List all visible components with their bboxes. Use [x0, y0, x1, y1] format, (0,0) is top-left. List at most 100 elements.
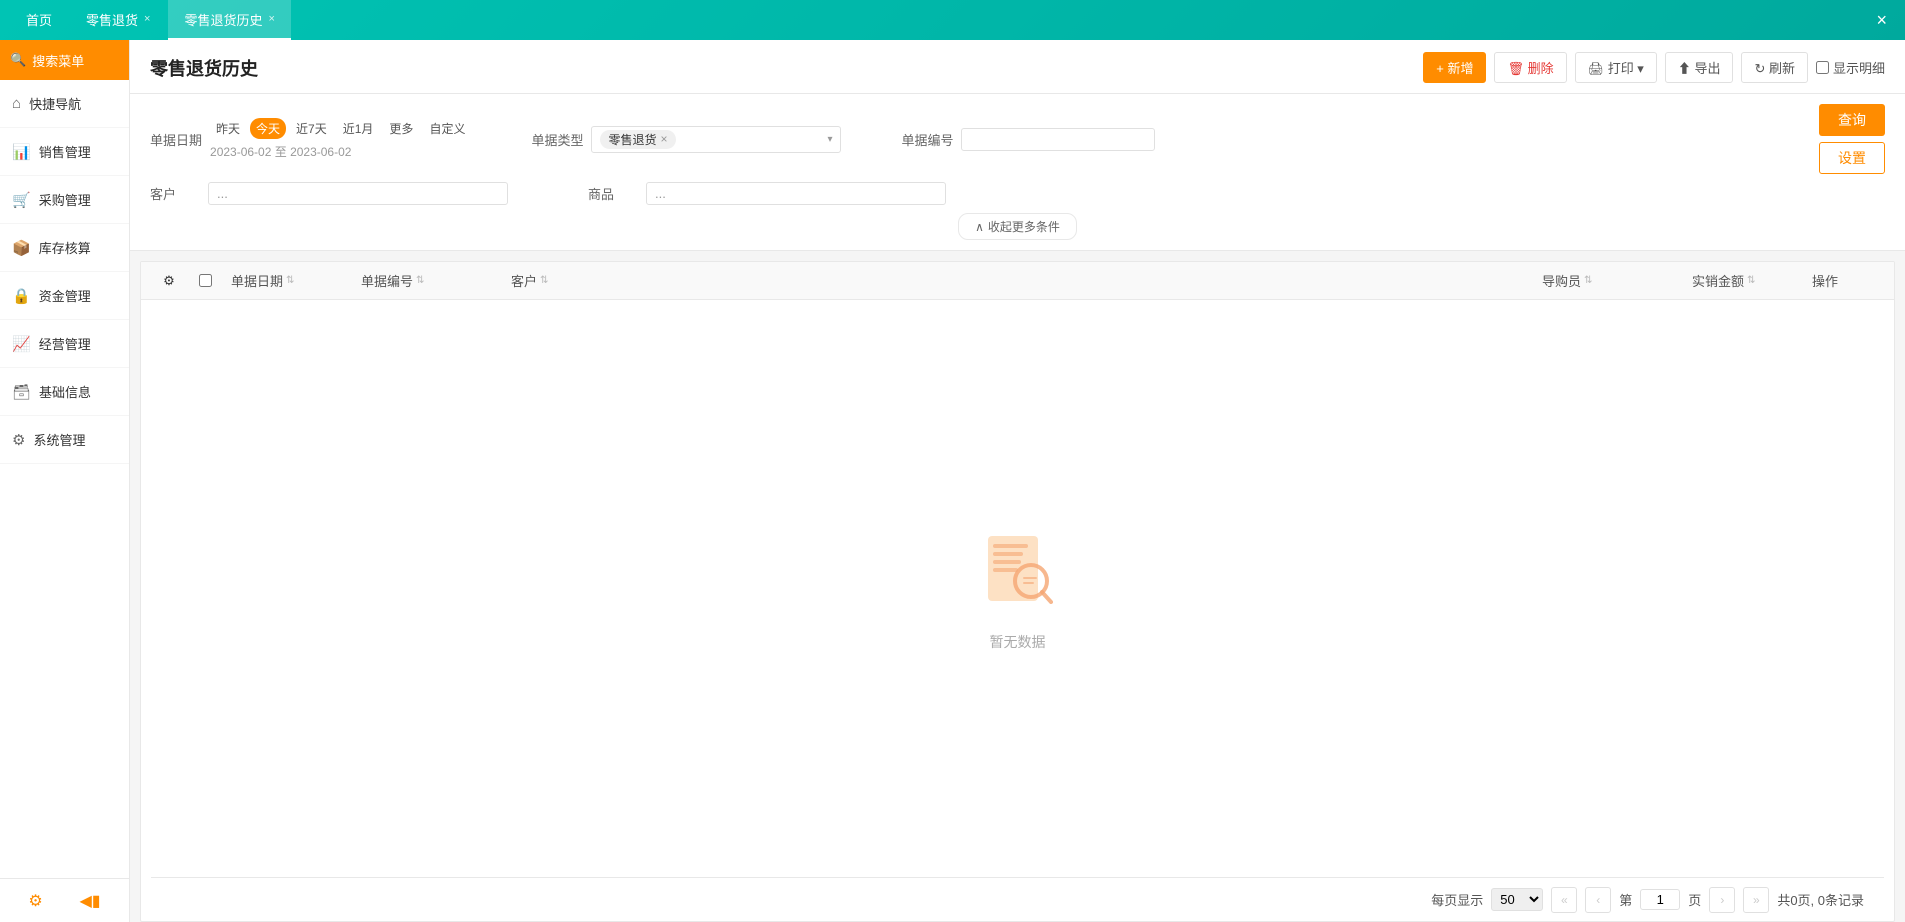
filter-goods: 商品 ... [588, 182, 946, 205]
sort-no-icon: ⇅ [416, 275, 424, 286]
sidebar-item-finance[interactable]: 🔒 资金管理 [0, 272, 129, 320]
sidebar-item-operations-label: 经营管理 [39, 334, 91, 353]
sidebar-item-purchase[interactable]: 🛒 采购管理 [0, 176, 129, 224]
refresh-button[interactable]: ↻ 刷新 [1741, 52, 1808, 83]
sidebar-item-system[interactable]: ⚙ 系统管理 [0, 416, 129, 464]
sidebar-item-operations[interactable]: 📈 经营管理 [0, 320, 129, 368]
settings-button[interactable]: 设置 [1819, 142, 1885, 174]
collapse-up-icon: ∧ [975, 220, 984, 234]
sidebar-search-label: 搜索菜单 [32, 51, 84, 70]
page-header: 零售退货历史 + 新增 🗑 删除 🖨 打印 ▾ ⬆ 导出 ↻ 刷新 显示明细 [130, 40, 1905, 94]
doc-type-chevron-icon: ▾ [827, 134, 832, 145]
per-page-select[interactable]: 50 10 20 100 [1491, 888, 1543, 911]
delete-button[interactable]: 🗑 删除 [1494, 52, 1566, 83]
main-layout: 🔍 搜索菜单 ⌂ 快捷导航 📊 销售管理 🛒 采购管理 📦 库存核算 🔒 [0, 40, 1905, 922]
sidebar-item-quick-nav-label: 快捷导航 [29, 94, 81, 113]
close-tab-retail-return-icon[interactable]: × [144, 13, 150, 25]
sidebar-item-inventory[interactable]: 📦 库存核算 [0, 224, 129, 272]
audio-footer-icon[interactable]: ◀▮ [79, 891, 100, 911]
doc-type-tag: 零售退货 × [600, 130, 675, 149]
filter-row-1: 单据日期 昨天 今天 近7天 近1月 更多 自定义 2023-06-02 至 2… [150, 104, 1885, 174]
date-shortcut-today[interactable]: 今天 [250, 118, 286, 139]
home-icon: ⌂ [12, 95, 21, 112]
date-shortcut-1month[interactable]: 近1月 [337, 118, 380, 139]
main-content: 零售退货历史 + 新增 🗑 删除 🖨 打印 ▾ ⬆ 导出 ↻ 刷新 显示明细 [130, 40, 1905, 922]
sidebar-menu: ⌂ 快捷导航 📊 销售管理 🛒 采购管理 📦 库存核算 🔒 资金管理 📈 [0, 80, 129, 878]
th-customer-label: 客户 [511, 271, 537, 290]
sidebar-item-purchase-label: 采购管理 [39, 190, 91, 209]
doc-type-input-box[interactable]: 零售退货 × ▾ [591, 126, 841, 153]
sort-customer-icon: ⇅ [540, 275, 548, 286]
goods-input-box[interactable]: ... [646, 182, 946, 205]
export-button[interactable]: ⬆ 导出 [1665, 52, 1734, 83]
query-button[interactable]: 查询 [1819, 104, 1885, 136]
date-shortcut-yesterday[interactable]: 昨天 [210, 118, 246, 139]
per-page-label: 每页显示 [1431, 890, 1483, 909]
doc-no-label: 单据编号 [901, 130, 953, 149]
sidebar-item-sales[interactable]: 📊 销售管理 [0, 128, 129, 176]
table-header: ⚙ 单据日期 ⇅ 单据编号 ⇅ 客户 ⇅ 导购员 ⇅ [141, 262, 1894, 300]
th-no[interactable]: 单据编号 ⇅ [353, 271, 503, 290]
collapse-button-label: 收起更多条件 [988, 218, 1060, 235]
sidebar-item-sales-label: 销售管理 [39, 142, 91, 161]
th-guide-label: 导购员 [1542, 271, 1581, 290]
tab-retail-return-history-label: 零售退货历史 [184, 10, 262, 29]
th-customer[interactable]: 客户 ⇅ [503, 271, 1534, 290]
sidebar-item-basic-info-label: 基础信息 [39, 382, 91, 401]
customer-input-box[interactable]: ... [208, 182, 508, 205]
filter-row-2: 客户 ... 商品 ... [150, 182, 1885, 205]
date-range-text: 2023-06-02 至 2023-06-02 [210, 143, 471, 160]
settings-footer-icon[interactable]: ⚙ [28, 891, 42, 911]
sidebar-item-quick-nav[interactable]: ⌂ 快捷导航 [0, 80, 129, 128]
th-date[interactable]: 单据日期 ⇅ [223, 271, 353, 290]
sidebar-search[interactable]: 🔍 搜索菜单 [0, 40, 129, 80]
doc-type-remove-icon[interactable]: × [660, 132, 667, 146]
table-area: ⚙ 单据日期 ⇅ 单据编号 ⇅ 客户 ⇅ 导购员 ⇅ [140, 261, 1895, 922]
display-toggle-checkbox[interactable] [1816, 61, 1829, 74]
date-shortcut-more[interactable]: 更多 [383, 118, 419, 139]
window-close-button[interactable]: × [1868, 6, 1895, 35]
collapse-button[interactable]: ∧ 收起更多条件 [958, 213, 1077, 240]
table-checkbox-all[interactable] [187, 274, 223, 287]
display-toggle-label: 显示明细 [1833, 58, 1885, 77]
th-amount-label: 实销金额 [1692, 271, 1744, 290]
collapse-bar: ∧ 收起更多条件 [150, 213, 1885, 240]
doc-type-label: 单据类型 [531, 130, 583, 149]
system-icon: ⚙ [12, 431, 25, 449]
goods-label: 商品 [588, 184, 638, 203]
doc-no-input[interactable] [961, 128, 1155, 151]
sort-date-icon: ⇅ [286, 275, 294, 286]
date-filter-label: 单据日期 [150, 130, 202, 149]
tab-home[interactable]: 首页 [10, 0, 68, 40]
top-bar: 首页 零售退货 × 零售退货历史 × × [0, 0, 1905, 40]
th-guide[interactable]: 导购员 ⇅ [1534, 271, 1684, 290]
th-no-label: 单据编号 [361, 271, 413, 290]
date-shortcuts: 昨天 今天 近7天 近1月 更多 自定义 [210, 118, 471, 139]
add-button[interactable]: + 新增 [1423, 52, 1486, 83]
total-label: 共0页, 0条记录 [1777, 890, 1864, 909]
next-page-button[interactable]: › [1709, 887, 1735, 913]
tab-retail-return-history[interactable]: 零售退货历史 × [168, 0, 290, 40]
page-number-input[interactable] [1640, 889, 1680, 910]
th-date-label: 单据日期 [231, 271, 283, 290]
tab-retail-return[interactable]: 零售退货 × [70, 0, 166, 40]
print-button[interactable]: 🖨 打印 ▾ [1575, 52, 1657, 83]
tab-home-label: 首页 [26, 10, 52, 29]
operations-icon: 📈 [12, 335, 31, 353]
date-shortcut-custom[interactable]: 自定义 [423, 118, 471, 139]
first-page-button[interactable]: « [1551, 887, 1577, 913]
date-shortcut-7days[interactable]: 近7天 [290, 118, 333, 139]
close-tab-history-icon[interactable]: × [268, 13, 274, 25]
toolbar: + 新增 🗑 删除 🖨 打印 ▾ ⬆ 导出 ↻ 刷新 显示明细 [1423, 52, 1885, 83]
page-label-post: 页 [1688, 890, 1701, 909]
page-title: 零售退货历史 [150, 55, 258, 81]
table-settings-icon[interactable]: ⚙ [151, 273, 187, 289]
prev-page-button[interactable]: ‹ [1585, 887, 1611, 913]
th-action-label: 操作 [1812, 271, 1838, 290]
last-page-button[interactable]: » [1743, 887, 1769, 913]
th-amount[interactable]: 实销金额 ⇅ [1684, 271, 1804, 290]
sidebar-item-basic-info[interactable]: 🗃 基础信息 [0, 368, 129, 416]
sidebar-footer: ⚙ ◀▮ [0, 878, 129, 922]
page-label-pre: 第 [1619, 890, 1632, 909]
select-all-checkbox[interactable] [199, 274, 212, 287]
